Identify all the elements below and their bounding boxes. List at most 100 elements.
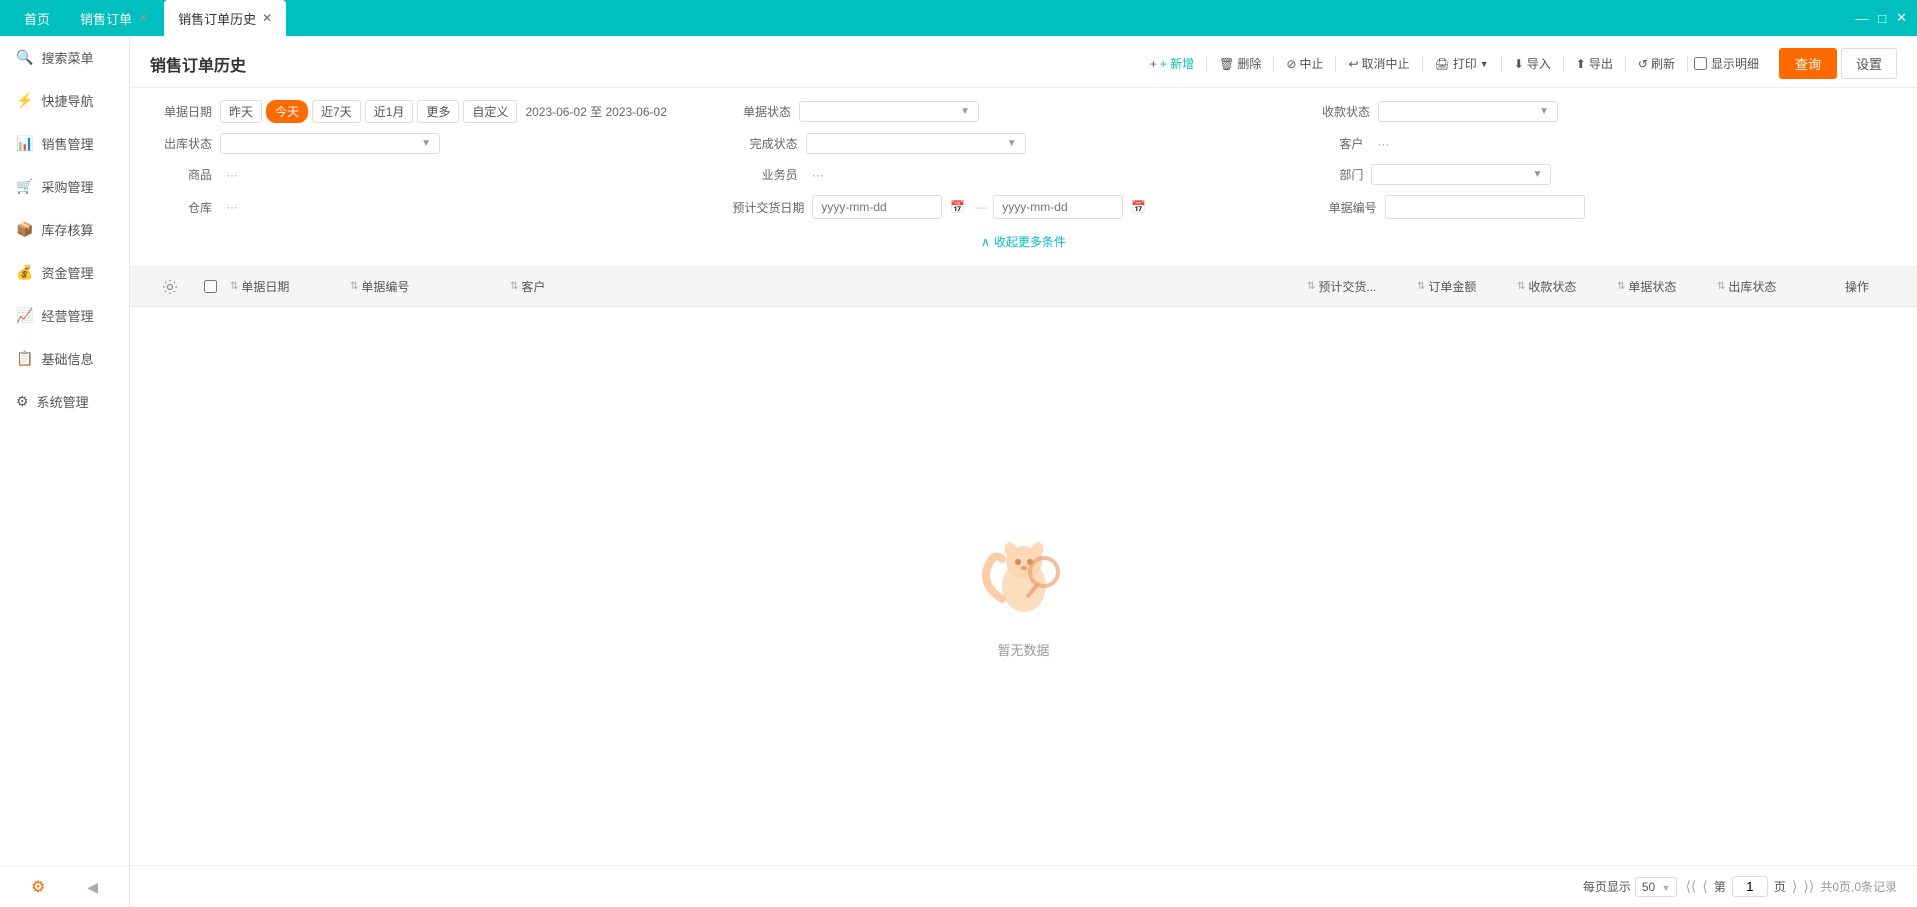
calendar-end-icon[interactable]: 📅 — [1127, 200, 1150, 214]
col-header-amount[interactable]: ⇅ 订单金额 — [1417, 278, 1517, 295]
cancel-stop-button[interactable]: ↩ 取消中止 — [1342, 51, 1415, 76]
tab-sales-order-close[interactable]: ✕ — [138, 11, 148, 25]
sort-icon-customer: ⇅ — [510, 281, 518, 292]
col-select-all[interactable] — [190, 280, 230, 293]
basics-icon: 📋 — [16, 350, 33, 367]
sidebar-item-quick-nav[interactable]: ⚡ 快捷导航 — [0, 79, 129, 122]
tab-sales-order[interactable]: 销售订单 ✕ — [66, 0, 162, 36]
delete-button[interactable]: 🗑 删除 — [1213, 51, 1267, 76]
sno-filter — [1385, 195, 1897, 219]
payment-label: 收款状态 — [1318, 103, 1378, 120]
goods-picker[interactable]: ··· — [220, 168, 244, 182]
col-header-sno[interactable]: ⇅ 单据编号 — [350, 278, 510, 295]
delivery-start-input[interactable] — [812, 195, 942, 219]
col-header-out-status[interactable]: ⇅ 出库状态 — [1717, 278, 1817, 295]
col-header-delivery[interactable]: ⇅ 预计交货... — [1307, 278, 1417, 295]
sort-icon-date: ⇅ — [230, 281, 238, 292]
col-header-customer[interactable]: ⇅ 客户 — [510, 278, 1307, 295]
sidebar-item-operations[interactable]: 📈 经营管理 — [0, 294, 129, 337]
salesperson-filter: ··· — [806, 168, 1332, 182]
tab-sales-history-label: 销售订单历史 — [178, 9, 256, 28]
sidebar-item-sales[interactable]: 📊 销售管理 — [0, 122, 129, 165]
status-select[interactable]: ▼ — [799, 101, 979, 122]
tab-sales-history[interactable]: 销售订单历史 ✕ — [164, 0, 286, 36]
date-btn-yesterday[interactable]: 昨天 — [220, 100, 262, 123]
date-btn-more[interactable]: 更多 — [417, 100, 459, 123]
new-icon: + — [1150, 57, 1157, 71]
refresh-button[interactable]: ↺ 刷新 — [1632, 51, 1681, 76]
col-header-date[interactable]: ⇅ 单据日期 — [230, 278, 350, 295]
col-header-order-status[interactable]: ⇅ 单据状态 — [1617, 278, 1717, 295]
sort-icon-order-status: ⇅ — [1617, 281, 1625, 292]
out-status-filter: ▼ — [220, 133, 746, 154]
window-controls: — □ ✕ — [1855, 10, 1907, 26]
print-button[interactable]: 🖨 打印 ▼ — [1429, 51, 1495, 76]
tab-home[interactable]: 首页 — [10, 0, 64, 36]
delete-icon: 🗑 — [1219, 57, 1234, 71]
maximize-button[interactable]: □ — [1878, 11, 1886, 26]
show-detail-checkbox[interactable] — [1694, 57, 1707, 70]
page-first-button[interactable]: ⟨⟨ — [1685, 878, 1696, 895]
select-all-checkbox[interactable] — [204, 280, 217, 293]
sidebar-item-inventory[interactable]: 📦 库存核算 — [0, 208, 129, 251]
sidebar-collapse-icon[interactable]: ◀ — [87, 879, 98, 896]
col-settings[interactable] — [150, 279, 190, 295]
page-label-end: 页 — [1774, 878, 1786, 895]
date-btn-today[interactable]: 今天 — [266, 100, 308, 123]
collapse-button[interactable]: ∧ 收起更多条件 — [977, 229, 1070, 254]
sno-input[interactable] — [1385, 195, 1585, 219]
export-button[interactable]: ⬆ 导出 — [1570, 51, 1619, 76]
tab-sales-history-close[interactable]: ✕ — [262, 11, 272, 25]
toolbar: + + 新增 🗑 删除 ⊘ 中止 ↩ 取消中止 — [1144, 48, 1897, 79]
payment-select[interactable]: ▼ — [1378, 101, 1558, 122]
col-header-payment[interactable]: ⇅ 收款状态 — [1517, 278, 1617, 295]
page-size-value[interactable]: 50 ▼ — [1635, 877, 1678, 897]
sidebar-settings-icon[interactable]: ⚙ — [31, 877, 45, 897]
inventory-icon: 📦 — [16, 221, 33, 238]
page-size-selector: 每页显示 50 ▼ — [1583, 877, 1678, 897]
calendar-start-icon[interactable]: 📅 — [946, 200, 969, 214]
complete-select[interactable]: ▼ — [806, 133, 1026, 154]
query-button[interactable]: 查询 — [1779, 48, 1837, 79]
dept-select[interactable]: ▼ — [1371, 164, 1551, 185]
page-next-button[interactable]: ⟩ — [1792, 878, 1797, 895]
import-icon: ⬇ — [1514, 57, 1524, 71]
sidebar-item-finance[interactable]: 💰 资金管理 — [0, 251, 129, 294]
sidebar-item-purchase-label: 采购管理 — [41, 177, 93, 196]
out-status-label: 出库状态 — [150, 135, 220, 152]
minimize-button[interactable]: — — [1855, 11, 1868, 26]
sidebar-item-sales-label: 销售管理 — [41, 134, 93, 153]
date-btn-1month[interactable]: 近1月 — [365, 100, 414, 123]
page-last-button[interactable]: ⟩⟩ — [1803, 878, 1814, 895]
sidebar-item-basics[interactable]: 📋 基础信息 — [0, 337, 129, 380]
gear-settings-icon — [162, 279, 178, 295]
print-icon: 🖨 — [1435, 57, 1450, 71]
status-select-arrow: ▼ — [960, 106, 970, 117]
col-header-action: 操作 — [1817, 278, 1897, 295]
delivery-label: 预计交货日期 — [732, 199, 812, 216]
setting-button[interactable]: 设置 — [1841, 48, 1897, 79]
page-label: 第 — [1714, 878, 1726, 895]
date-btn-7days[interactable]: 近7天 — [312, 100, 361, 123]
page-title: 销售订单历史 — [150, 52, 246, 76]
delivery-end-input[interactable] — [993, 195, 1123, 219]
sidebar-item-purchase[interactable]: 🛒 采购管理 — [0, 165, 129, 208]
show-detail-checkbox-label[interactable]: 显示明细 — [1694, 55, 1759, 72]
sidebar-item-system[interactable]: ⚙ 系统管理 — [0, 380, 129, 423]
warehouse-picker[interactable]: ··· — [220, 200, 244, 214]
page-number-input[interactable] — [1732, 876, 1768, 897]
quick-nav-icon: ⚡ — [16, 92, 33, 109]
import-button[interactable]: ⬇ 导入 — [1508, 51, 1557, 76]
stop-button[interactable]: ⊘ 中止 — [1280, 51, 1329, 76]
page-navigation: ⟨⟨ ⟨ 第 页 ⟩ ⟩⟩ 共0页,0条记录 — [1685, 876, 1897, 897]
sidebar-item-inventory-label: 库存核算 — [41, 220, 93, 239]
sidebar-item-search[interactable]: 🔍 搜索菜单 — [0, 36, 129, 79]
page-prev-button[interactable]: ⟨ — [1702, 878, 1707, 895]
new-button[interactable]: + + 新增 — [1144, 51, 1200, 76]
salesperson-picker[interactable]: ··· — [806, 168, 830, 182]
customer-picker[interactable]: ··· — [1371, 137, 1395, 151]
out-status-select[interactable]: ▼ — [220, 133, 440, 154]
close-button[interactable]: ✕ — [1896, 10, 1907, 26]
warehouse-filter: ··· — [220, 200, 732, 214]
date-btn-custom[interactable]: 自定义 — [463, 100, 517, 123]
